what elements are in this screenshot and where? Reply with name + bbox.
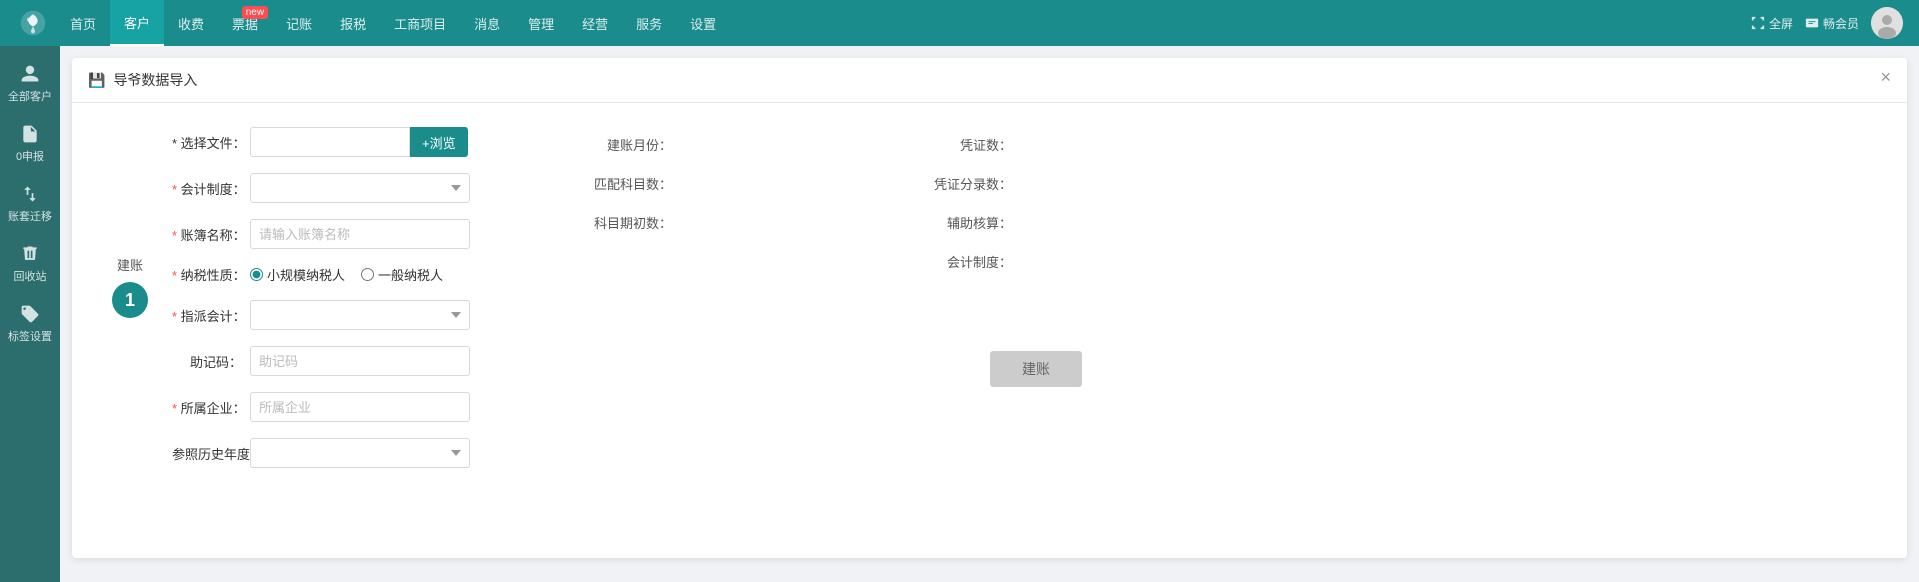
tax-small-scale[interactable]: 小规模纳税人 (250, 265, 345, 284)
nav-item-manage[interactable]: 管理 (514, 0, 568, 46)
history-row: 参照历史年度： (172, 438, 552, 468)
user-avatar[interactable] (1871, 7, 1903, 39)
nav-item-services[interactable]: 服务 (622, 0, 676, 46)
dialog-close-button[interactable]: × (1880, 68, 1891, 86)
info-row-4: 凭证分录数： (932, 174, 1140, 193)
info-label-4: 凭证分录数： (932, 174, 1012, 193)
info-row-5: 辅助核算： (932, 213, 1140, 232)
info-label-3: 凭证数： (932, 135, 1012, 154)
accounting-select[interactable] (250, 173, 470, 203)
info-fields-left: 建账月份： 匹配科目数： 科目期初数： (592, 135, 872, 232)
accountant-select[interactable] (250, 300, 470, 330)
info-row-1: 匹配科目数： (592, 174, 872, 193)
info-label-6: 会计制度： (932, 252, 1012, 271)
history-select[interactable] (250, 438, 470, 468)
nav-item-tickets[interactable]: 票据 new (218, 0, 272, 46)
ledger-row: 账簿名称： (172, 219, 552, 249)
sidebar: 全部客户 0申报 账套迁移 回收站 标签设置 (0, 46, 60, 582)
tax-radio-group: 小规模纳税人 一般纳税人 (250, 265, 443, 284)
browse-button[interactable]: +浏览 (410, 127, 468, 157)
nav-item-operations[interactable]: 经营 (568, 0, 622, 46)
app-layout: 全部客户 0申报 账套迁移 回收站 标签设置 💾 导爷数据导入 × (0, 46, 1919, 582)
info-row-6: 会计制度： (932, 252, 1140, 271)
accounting-row: 会计制度： (172, 173, 552, 203)
nav-item-business[interactable]: 工商项目 (380, 0, 460, 46)
form-section: 建账 1 * 选择文件： +浏览 (112, 127, 552, 468)
memo-label: 助记码： (172, 352, 242, 371)
new-badge: new (242, 6, 268, 19)
right-panel: 建账月份： 匹配科目数： 科目期初数： (552, 127, 1867, 468)
member-button[interactable]: 畅会员 (1805, 15, 1859, 32)
company-row: 所属企业： (172, 392, 552, 422)
sidebar-item-zero-declare[interactable]: 0申报 (2, 116, 58, 172)
tax-general[interactable]: 一般纳税人 (361, 265, 443, 284)
tax-row: 纳税性质： 小规模纳税人 一般纳税人 (172, 265, 552, 284)
info-label-0: 建账月份： (592, 135, 672, 154)
main-content: 💾 导爷数据导入 × 建账 1 (60, 46, 1919, 582)
file-label: * 选择文件： (172, 133, 242, 152)
build-account-button[interactable]: 建账 (990, 351, 1082, 387)
app-logo[interactable] (10, 0, 56, 46)
step-badge: 1 (112, 282, 148, 318)
dialog-body: 建账 1 * 选择文件： +浏览 (72, 103, 1907, 492)
dialog-card: 💾 导爷数据导入 × 建账 1 (72, 58, 1907, 558)
nav-menu: 首页 客户 收费 票据 new 记账 报税 工商项目 消息 管理 经营 服务 设… (56, 0, 1751, 46)
memo-row: 助记码： (172, 346, 552, 376)
ledger-label: 账簿名称： (172, 225, 242, 244)
file-input-group: +浏览 (250, 127, 468, 157)
dialog-header-icon: 💾 (88, 72, 105, 89)
top-navigation: 首页 客户 收费 票据 new 记账 报税 工商项目 消息 管理 经营 服务 设… (0, 0, 1919, 46)
nav-item-clients[interactable]: 客户 (110, 0, 164, 46)
accounting-label: 会计制度： (172, 179, 242, 198)
nav-item-message[interactable]: 消息 (460, 0, 514, 46)
info-label-5: 辅助核算： (932, 213, 1012, 232)
nav-item-settings[interactable]: 设置 (676, 0, 730, 46)
company-input[interactable] (250, 392, 470, 422)
sidebar-item-all-clients[interactable]: 全部客户 (2, 56, 58, 112)
memo-input[interactable] (250, 346, 470, 376)
info-label-2: 科目期初数： (592, 213, 672, 232)
nav-right-section: 全屏 畅会员 (1751, 7, 1919, 39)
company-label: 所属企业： (172, 398, 242, 417)
tax-label: 纳税性质： (172, 265, 242, 284)
info-label-1: 匹配科目数： (592, 174, 672, 193)
nav-item-bookkeeping[interactable]: 记账 (272, 0, 326, 46)
dialog-header: 💾 导爷数据导入 × (72, 58, 1907, 103)
info-row-0: 建账月份： (592, 135, 872, 154)
step-label: 建账 (117, 255, 143, 274)
nav-item-tax[interactable]: 报税 (326, 0, 380, 46)
history-label: 参照历史年度： (172, 444, 242, 463)
sidebar-item-recycle[interactable]: 回收站 (2, 236, 58, 292)
accountant-label: 指派会计： (172, 306, 242, 325)
info-row-2: 科目期初数： (592, 213, 872, 232)
sidebar-item-tag-settings[interactable]: 标签设置 (2, 296, 58, 352)
fullscreen-button[interactable]: 全屏 (1751, 15, 1793, 32)
ledger-input[interactable] (250, 219, 470, 249)
step-wrapper: 建账 1 (112, 127, 148, 318)
file-row: * 选择文件： +浏览 (172, 127, 552, 157)
file-input[interactable] (250, 127, 410, 157)
dialog-title: 导爷数据导入 (113, 70, 197, 90)
nav-item-billing[interactable]: 收费 (164, 0, 218, 46)
accountant-row: 指派会计： (172, 300, 552, 330)
nav-item-home[interactable]: 首页 (56, 0, 110, 46)
form-fields: * 选择文件： +浏览 会计制度： (172, 127, 552, 468)
sidebar-item-migrate[interactable]: 账套迁移 (2, 176, 58, 232)
info-row-3: 凭证数： (932, 135, 1140, 154)
